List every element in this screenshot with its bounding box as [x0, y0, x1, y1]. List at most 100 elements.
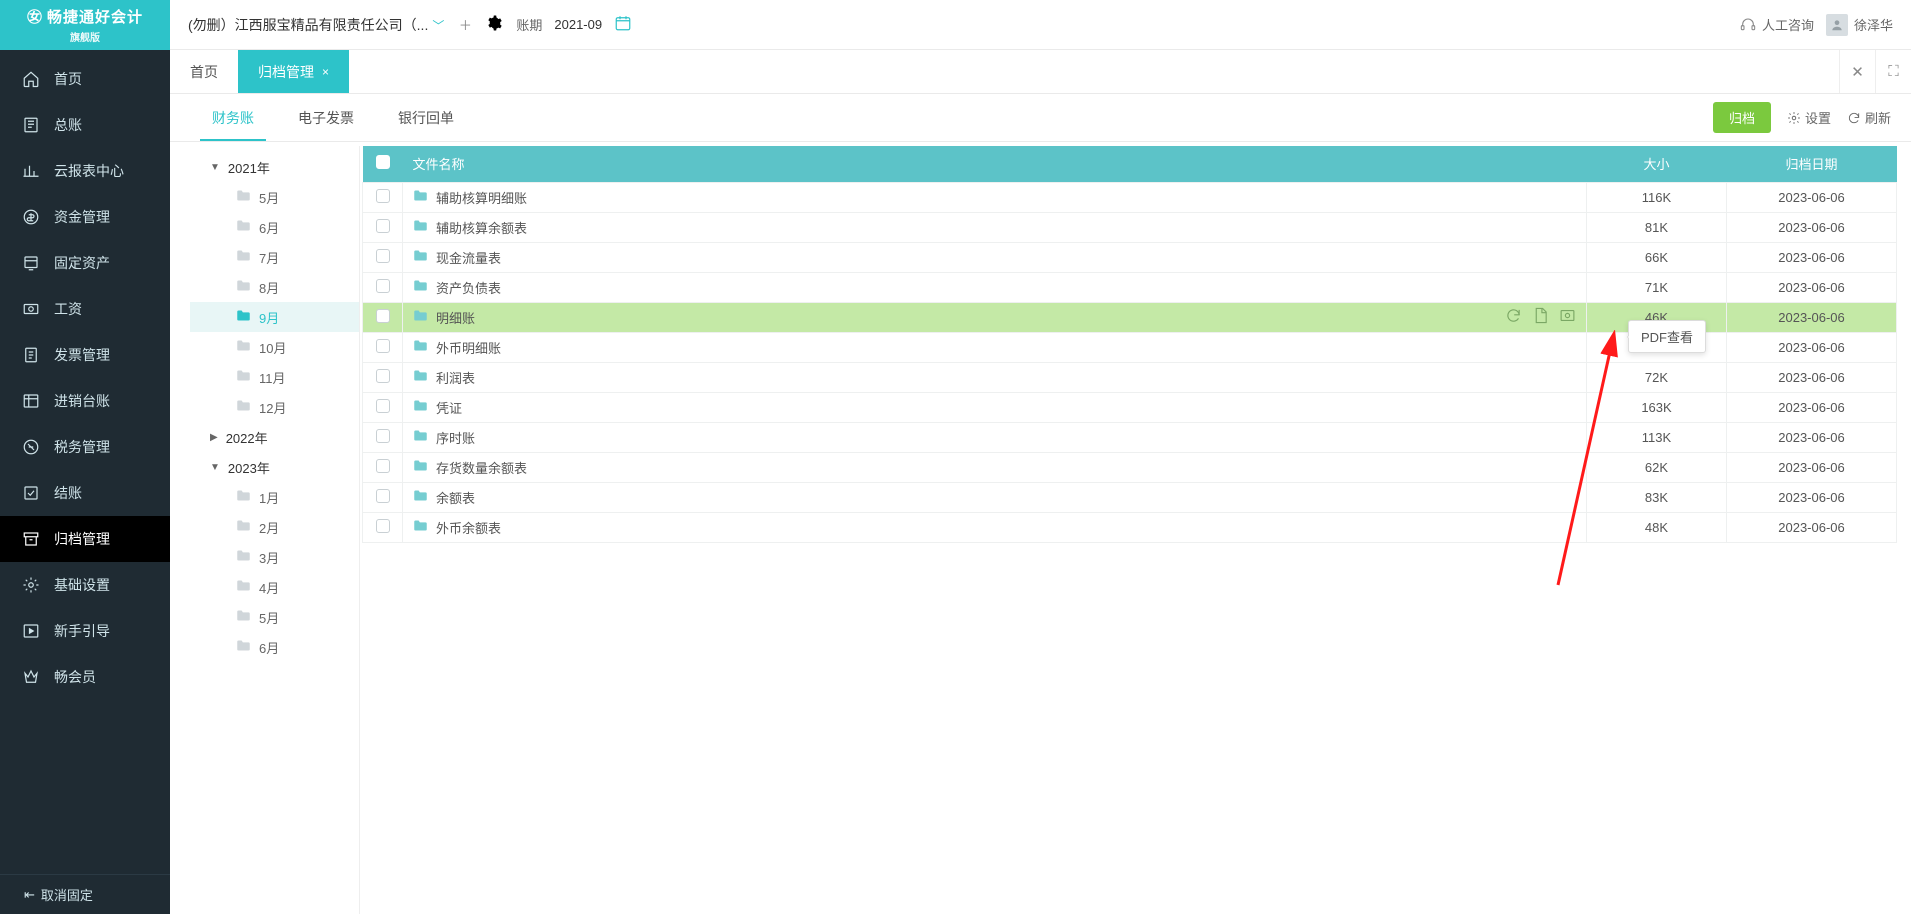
triangle-down-icon: ▼ [210, 162, 220, 173]
row-checkbox[interactable] [376, 339, 390, 353]
table-row[interactable]: 序时账113K2023-06-06 [363, 422, 1897, 452]
company-selector[interactable]: (勿删）江西服宝精品有限责任公司（...﹀ [188, 15, 444, 35]
row-checkbox[interactable] [376, 429, 390, 443]
refresh-link[interactable]: 刷新 [1847, 108, 1891, 127]
file-name: 辅助核算余额表 [436, 218, 527, 237]
sidebar-item-money[interactable]: 资金管理 [0, 194, 170, 240]
close-all-button[interactable]: ✕ [1839, 50, 1875, 93]
tab-首页[interactable]: 首页 [170, 50, 238, 93]
table-row[interactable]: 辅助核算明细账116K2023-06-06 [363, 182, 1897, 212]
row-checkbox[interactable] [376, 459, 390, 473]
gear-icon [22, 576, 40, 594]
table-row[interactable]: 凭证163K2023-06-06 [363, 392, 1897, 422]
table-row[interactable]: 利润表72K2023-06-06 [363, 362, 1897, 392]
preview-icon[interactable] [1559, 307, 1576, 327]
table-row[interactable]: 辅助核算余额表81K2023-06-06 [363, 212, 1897, 242]
tree-month-2021年-10月[interactable]: 10月 [190, 332, 359, 362]
tree-month-2021年-7月[interactable]: 7月 [190, 242, 359, 272]
folder-icon [413, 339, 428, 355]
tree-month-2023年-2月[interactable]: 2月 [190, 512, 359, 542]
col-size: 大小 [1587, 146, 1727, 182]
pdf-icon[interactable] [1532, 307, 1549, 327]
tree-month-2021年-9月[interactable]: 9月 [190, 302, 359, 332]
tree-year-2022年[interactable]: ▶2022年 [190, 422, 359, 452]
add-icon[interactable]: ＋ [456, 15, 474, 34]
file-name: 存货数量余额表 [436, 458, 527, 477]
close-icon[interactable]: × [322, 65, 329, 79]
tree-month-2023年-3月[interactable]: 3月 [190, 542, 359, 572]
folder-icon [236, 369, 251, 385]
select-all-checkbox[interactable] [376, 155, 390, 169]
file-size: 83K [1587, 482, 1727, 512]
tree-year-2023年[interactable]: ▼2023年 [190, 452, 359, 482]
sidebar-item-label: 首页 [54, 69, 82, 89]
table-row[interactable]: 存货数量余额表62K2023-06-06 [363, 452, 1897, 482]
tree-month-2023年-6月[interactable]: 6月 [190, 632, 359, 662]
avatar-icon [1826, 14, 1848, 36]
tree-month-2023年-4月[interactable]: 4月 [190, 572, 359, 602]
table-row[interactable]: 外币余额表48K2023-06-06 [363, 512, 1897, 542]
sidebar-item-gear[interactable]: 基础设置 [0, 562, 170, 608]
asset-icon [22, 254, 40, 272]
file-size: 163K [1587, 392, 1727, 422]
table-row[interactable]: 余额表83K2023-06-06 [363, 482, 1897, 512]
sidebar-item-asset[interactable]: 固定资产 [0, 240, 170, 286]
tree-month-2021年-11月[interactable]: 11月 [190, 362, 359, 392]
archive-date: 2023-06-06 [1727, 512, 1897, 542]
subtab-电子发票[interactable]: 电子发票 [276, 94, 376, 141]
sidebar-item-stock[interactable]: 进销台账 [0, 378, 170, 424]
calendar-icon[interactable] [614, 14, 632, 35]
tree-month-2021年-8月[interactable]: 8月 [190, 272, 359, 302]
sidebar-item-home[interactable]: 首页 [0, 56, 170, 102]
sidebar-item-label: 归档管理 [54, 529, 110, 549]
folder-icon [236, 609, 251, 625]
tree-month-2023年-5月[interactable]: 5月 [190, 602, 359, 632]
sidebar-item-chart[interactable]: 云报表中心 [0, 148, 170, 194]
period-value[interactable]: 2021-09 [554, 17, 602, 32]
period-label: 账期 [516, 15, 542, 34]
folder-icon [236, 249, 251, 265]
folder-icon [413, 279, 428, 295]
period-tree: ▼2021年5月6月7月8月9月10月11月12月▶2022年▼2023年1月2… [190, 146, 360, 914]
row-checkbox[interactable] [376, 519, 390, 533]
consult-button[interactable]: 人工咨询 [1740, 15, 1814, 34]
sidebar-item-label: 结账 [54, 483, 82, 503]
unpin-sidebar[interactable]: ⇤取消固定 [0, 874, 170, 914]
sidebar-item-close[interactable]: 结账 [0, 470, 170, 516]
row-checkbox[interactable] [376, 219, 390, 233]
subtab-财务账[interactable]: 财务账 [190, 94, 276, 141]
row-checkbox[interactable] [376, 309, 390, 323]
folder-icon [236, 309, 251, 325]
gear-icon[interactable] [486, 14, 504, 35]
row-checkbox[interactable] [376, 249, 390, 263]
tree-month-2021年-5月[interactable]: 5月 [190, 182, 359, 212]
tab-归档管理[interactable]: 归档管理× [238, 50, 349, 93]
row-checkbox[interactable] [376, 189, 390, 203]
file-name: 利润表 [436, 368, 475, 387]
logo: ㊛畅捷通好会计 旗舰版 [0, 0, 170, 50]
sidebar-item-ledger[interactable]: 总账 [0, 102, 170, 148]
table-row[interactable]: 现金流量表66K2023-06-06 [363, 242, 1897, 272]
refresh-row-icon[interactable] [1505, 307, 1522, 327]
fullscreen-button[interactable]: ⛶ [1875, 50, 1911, 93]
sidebar-item-salary[interactable]: 工资 [0, 286, 170, 332]
tree-month-2023年-1月[interactable]: 1月 [190, 482, 359, 512]
sidebar-item-invoice[interactable]: 发票管理 [0, 332, 170, 378]
row-checkbox[interactable] [376, 399, 390, 413]
table-row[interactable]: 资产负债表71K2023-06-06 [363, 272, 1897, 302]
money-icon [22, 208, 40, 226]
sidebar-item-vip[interactable]: 畅会员 [0, 654, 170, 700]
settings-link[interactable]: 设置 [1787, 108, 1831, 127]
user-menu[interactable]: 徐泽华 [1826, 14, 1893, 36]
sidebar-item-tax[interactable]: 税务管理 [0, 424, 170, 470]
row-checkbox[interactable] [376, 489, 390, 503]
tree-month-2021年-6月[interactable]: 6月 [190, 212, 359, 242]
sidebar-item-archive[interactable]: 归档管理 [0, 516, 170, 562]
tree-month-2021年-12月[interactable]: 12月 [190, 392, 359, 422]
subtab-银行回单[interactable]: 银行回单 [376, 94, 476, 141]
tree-year-2021年[interactable]: ▼2021年 [190, 152, 359, 182]
archive-button[interactable]: 归档 [1713, 102, 1771, 133]
sidebar-item-guide[interactable]: 新手引导 [0, 608, 170, 654]
row-checkbox[interactable] [376, 369, 390, 383]
row-checkbox[interactable] [376, 279, 390, 293]
